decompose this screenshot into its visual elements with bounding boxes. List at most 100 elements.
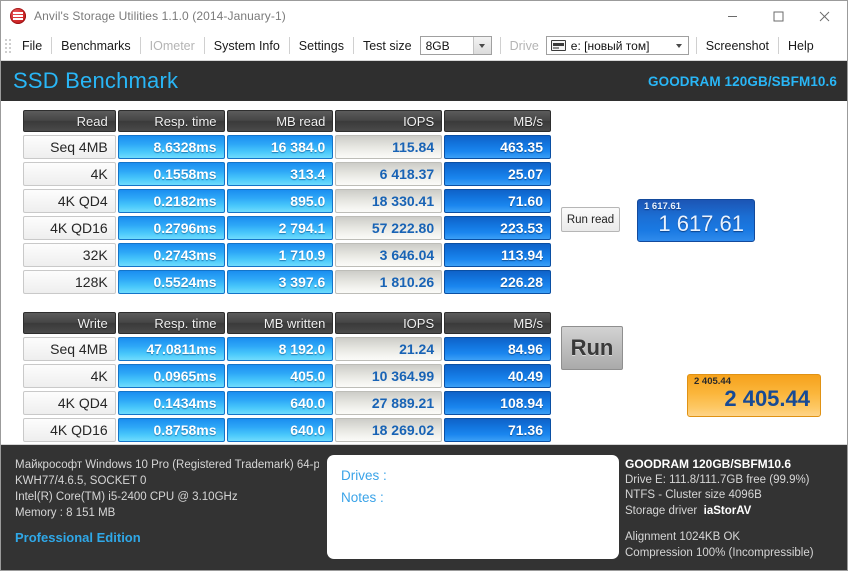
system-bios: KWH77/4.6.5, SOCKET 0 xyxy=(15,473,319,489)
cell-mbs: 71.36 xyxy=(444,418,551,442)
menu-item-help[interactable]: Help xyxy=(779,31,823,60)
row-label[interactable]: 4K QD4 xyxy=(23,391,116,415)
cell-mb-read: 3 397.6 xyxy=(227,270,334,294)
row-label[interactable]: 32K xyxy=(23,243,116,267)
cell-mbs: 226.28 xyxy=(444,270,551,294)
menu-bar: File Benchmarks IOmeter System Info Sett… xyxy=(1,31,847,61)
cell-resp-time: 0.1558ms xyxy=(118,162,225,186)
row-label[interactable]: Seq 4MB xyxy=(23,135,116,159)
table-row: 4K QD4 0.2182ms 895.0 18 330.41 71.60 xyxy=(23,189,551,213)
results-tables: Read Resp. time MB read IOPS MB/s Seq 4M… xyxy=(21,107,553,445)
row-label[interactable]: 4K QD16 xyxy=(23,418,116,442)
storage-driver-label: Storage driver xyxy=(625,505,697,517)
cell-iops: 21.24 xyxy=(335,337,442,361)
close-icon[interactable] xyxy=(801,1,847,31)
drive-label: Drive xyxy=(501,31,543,60)
total-score-value: 2 405.44 xyxy=(694,387,810,411)
drive-select[interactable]: e: [новый том] xyxy=(546,36,689,55)
table-row: 4K QD16 0.8758ms 640.0 18 269.02 71.36 xyxy=(23,418,551,442)
test-size-label: Test size xyxy=(354,31,417,60)
cell-mbs: 71.60 xyxy=(444,189,551,213)
cell-iops: 1 810.26 xyxy=(335,270,442,294)
table-gap xyxy=(21,297,553,309)
row-label[interactable]: 4K QD4 xyxy=(23,189,116,213)
row-label[interactable]: 4K QD16 xyxy=(23,216,116,240)
menu-item-file[interactable]: File xyxy=(13,31,51,60)
run-read-button[interactable]: Run read xyxy=(561,207,620,232)
read-score-panel: 1 617.61 1 617.61 xyxy=(637,199,755,242)
system-memory: Memory : 8 151 MB xyxy=(15,505,319,521)
col-header-iops: IOPS xyxy=(335,312,442,334)
minimize-icon[interactable] xyxy=(709,1,755,31)
read-results-table: Read Resp. time MB read IOPS MB/s Seq 4M… xyxy=(21,107,553,297)
test-size-select[interactable]: 8GB xyxy=(420,36,492,55)
toolbar-grip-icon[interactable] xyxy=(3,37,11,55)
storage-driver-row: Storage driver iaStorAV xyxy=(625,504,845,520)
cell-resp-time: 0.2743ms xyxy=(118,243,225,267)
cell-resp-time: 0.5524ms xyxy=(118,270,225,294)
notes-label: Notes : xyxy=(341,487,619,509)
write-results-table: Write Resp. time MB written IOPS MB/s Se… xyxy=(21,309,553,445)
drive-capacity: Drive E: 111.8/111.7GB free (99.9%) xyxy=(625,473,845,489)
drive-value: e: [новый том] xyxy=(566,39,671,53)
chevron-down-icon[interactable] xyxy=(671,37,688,54)
col-header-mb-read: MB read xyxy=(227,110,334,132)
cell-iops: 10 364.99 xyxy=(335,364,442,388)
col-header-iops: IOPS xyxy=(335,110,442,132)
cell-mb-read: 2 794.1 xyxy=(227,216,334,240)
cell-resp-time: 0.2182ms xyxy=(118,189,225,213)
table-row: 32K 0.2743ms 1 710.9 3 646.04 113.94 xyxy=(23,243,551,267)
drive-alignment: Alignment 1024KB OK xyxy=(625,530,845,546)
spacer xyxy=(625,519,845,530)
cell-mb-read: 16 384.0 xyxy=(227,135,334,159)
cell-mb-written: 405.0 xyxy=(227,364,334,388)
cell-resp-time: 0.1434ms xyxy=(118,391,225,415)
window-controls xyxy=(709,1,847,31)
drive-icon xyxy=(551,40,566,51)
run-button[interactable]: Run xyxy=(561,326,623,370)
storage-driver-value: iaStorAV xyxy=(704,505,752,517)
row-label[interactable]: Seq 4MB xyxy=(23,337,116,361)
table-row: 4K 0.0965ms 405.0 10 364.99 40.49 xyxy=(23,364,551,388)
cell-iops: 27 889.21 xyxy=(335,391,442,415)
cell-mbs: 463.35 xyxy=(444,135,551,159)
col-header-mb-written: MB written xyxy=(227,312,334,334)
title-bar: Anvil's Storage Utilities 1.1.0 (2014-Ja… xyxy=(1,1,847,31)
col-header-mbs: MB/s xyxy=(444,312,551,334)
app-window: Anvil's Storage Utilities 1.1.0 (2014-Ja… xyxy=(0,0,848,571)
row-label[interactable]: 128K xyxy=(23,270,116,294)
menu-item-benchmarks[interactable]: Benchmarks xyxy=(52,31,139,60)
system-cpu: Intel(R) Core(TM) i5-2400 CPU @ 3.10GHz xyxy=(15,489,319,505)
menu-item-settings[interactable]: Settings xyxy=(290,31,353,60)
drive-model: GOODRAM 120GB/SBFM10.6 xyxy=(625,457,845,473)
cell-resp-time: 0.0965ms xyxy=(118,364,225,388)
read-score-value: 1 617.61 xyxy=(644,212,744,236)
maximize-icon[interactable] xyxy=(755,1,801,31)
edition-label: Professional Edition xyxy=(15,530,319,546)
cell-iops: 115.84 xyxy=(335,135,442,159)
drives-label: Drives : xyxy=(341,465,619,487)
total-score-panel: 2 405.44 2 405.44 xyxy=(687,374,821,417)
cell-iops: 6 418.37 xyxy=(335,162,442,186)
col-header-mbs: MB/s xyxy=(444,110,551,132)
cell-mbs: 223.53 xyxy=(444,216,551,240)
window-title: Anvil's Storage Utilities 1.1.0 (2014-Ja… xyxy=(34,9,286,23)
drive-filesystem: NTFS - Cluster size 4096B xyxy=(625,488,845,504)
table-row: Seq 4MB 8.6328ms 16 384.0 115.84 463.35 xyxy=(23,135,551,159)
cell-mbs: 113.94 xyxy=(444,243,551,267)
row-label[interactable]: 4K xyxy=(23,162,116,186)
col-header-read: Read xyxy=(23,110,116,132)
chevron-down-icon[interactable] xyxy=(473,37,491,54)
system-os: Майкрософт Windows 10 Pro (Registered Tr… xyxy=(15,457,319,473)
row-label[interactable]: 4K xyxy=(23,364,116,388)
drive-info: GOODRAM 120GB/SBFM10.6 Drive E: 111.8/11… xyxy=(625,457,845,561)
menu-item-system-info[interactable]: System Info xyxy=(205,31,289,60)
notes-panel[interactable]: Drives : Notes : xyxy=(327,455,619,559)
col-header-resp-time: Resp. time xyxy=(118,110,225,132)
table-row: 4K QD16 0.2796ms 2 794.1 57 222.80 223.5… xyxy=(23,216,551,240)
system-info: Майкрософт Windows 10 Pro (Registered Tr… xyxy=(1,445,319,570)
cell-mbs: 40.49 xyxy=(444,364,551,388)
table-row: 4K 0.1558ms 313.4 6 418.37 25.07 xyxy=(23,162,551,186)
menu-item-screenshot[interactable]: Screenshot xyxy=(697,31,778,60)
cell-mb-written: 640.0 xyxy=(227,391,334,415)
